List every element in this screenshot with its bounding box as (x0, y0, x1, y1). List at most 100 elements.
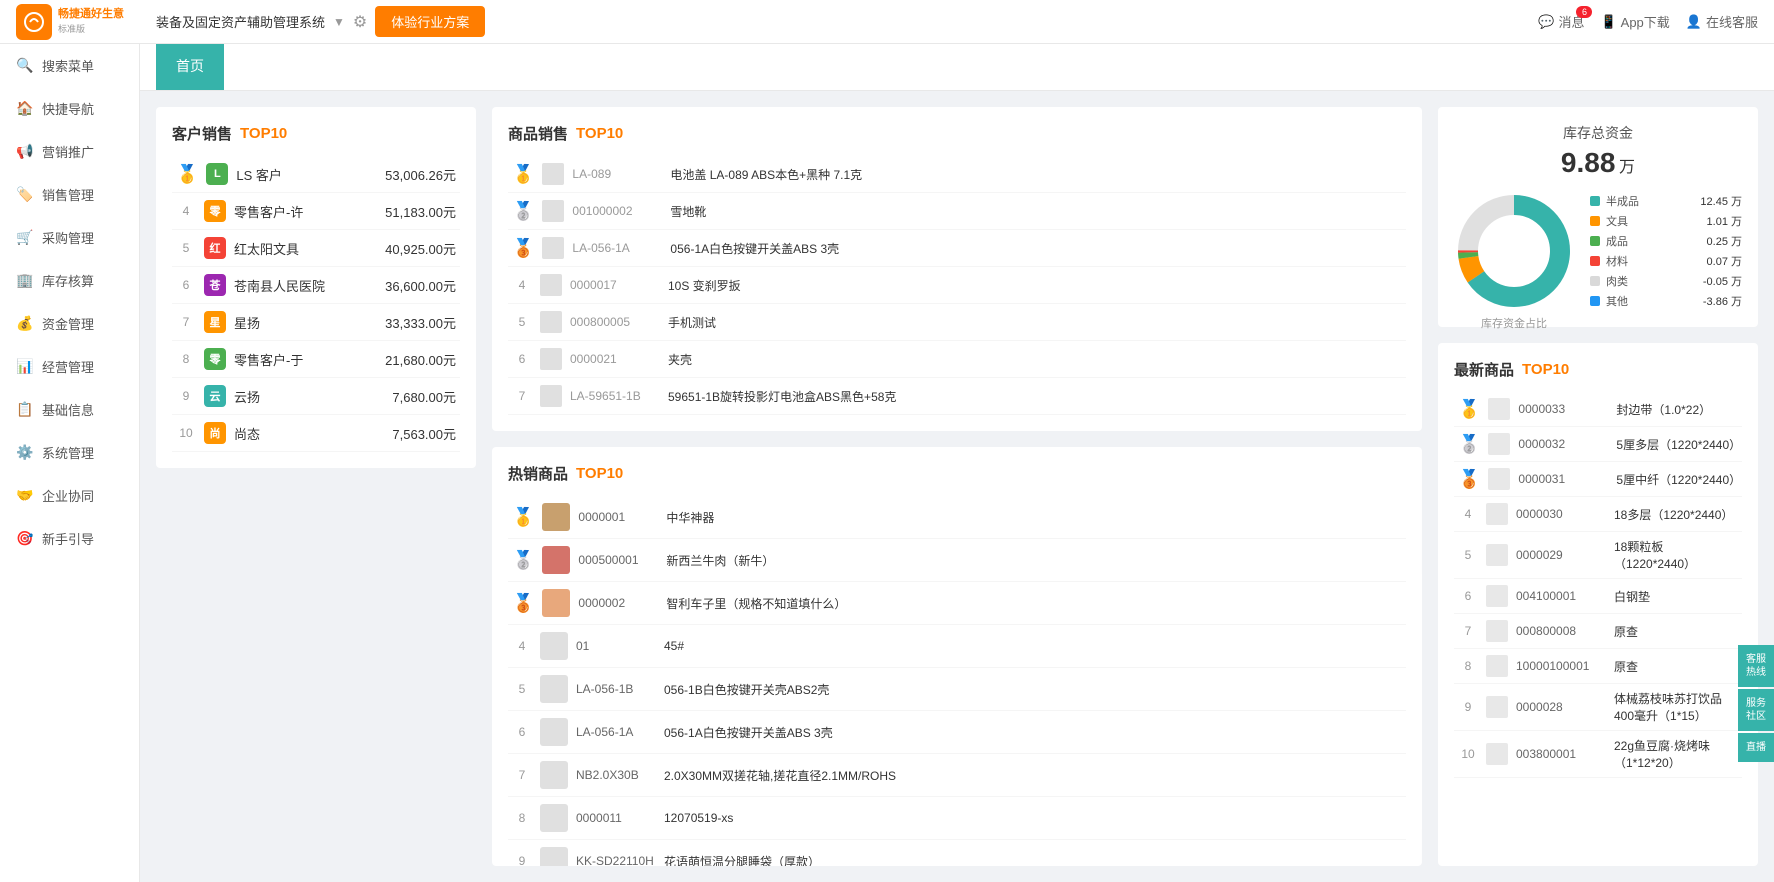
legend-name: 肉类 (1606, 273, 1697, 289)
sidebar-item-purchase[interactable]: 🛒 采购管理 (0, 216, 139, 259)
product-thumbnail (540, 761, 568, 789)
rank-num: 4 (1458, 507, 1478, 521)
product-image (1488, 433, 1510, 455)
sidebar-item-collab[interactable]: 🤝 企业协同 (0, 474, 139, 517)
product-code: 000500001 (578, 553, 658, 567)
table-row: 8 10000100001 原查 (1454, 649, 1742, 684)
legend-item: 成品 0.25 万 (1590, 233, 1742, 249)
medal-icon: 🥉 (512, 238, 534, 259)
customer-badge: 零 (204, 348, 226, 370)
app-download-button[interactable]: 📱 App下载 (1600, 12, 1669, 31)
table-row: 🥈 000500001 新西兰牛肉（新牛） (508, 539, 1406, 582)
product-sales-title: 商品销售 TOP10 (508, 123, 1406, 144)
table-row: 4 0000030 18多层（1220*2440） (1454, 497, 1742, 532)
product-thumbnail (542, 503, 570, 531)
medal-icon: 🥈 (1458, 434, 1480, 455)
legend-name: 其他 (1606, 293, 1697, 309)
product-name: 18颗粒板（1220*2440） (1614, 538, 1738, 572)
product-name: 电池盖 LA-089 ABS本色+黑种 7.1克 (670, 166, 862, 183)
sidebar-label-system: 系统管理 (42, 443, 94, 462)
rank-num: 7 (176, 315, 196, 329)
customer-amount: 53,006.26元 (385, 165, 456, 184)
sidebar-item-marketing[interactable]: 📢 营销推广 (0, 130, 139, 173)
sidebar-item-sales[interactable]: 🏷️ 销售管理 (0, 173, 139, 216)
trial-button[interactable]: 体验行业方案 (375, 6, 485, 37)
hot-products-list: 🥇 0000001 中华神器 🥈 000500001 新西兰牛肉（新牛） (508, 496, 1406, 866)
sidebar-label-sales: 销售管理 (42, 185, 94, 204)
medal-icon: 🥉 (512, 593, 534, 614)
app-label: App下载 (1621, 12, 1670, 31)
product-name: 花语萌恒温分腿睡袋（厚款） (664, 853, 1402, 867)
service-icon: 👤 (1686, 14, 1702, 30)
customer-name: 尚态 (234, 424, 384, 443)
product-name: 12070519-xs (664, 811, 1402, 825)
legend-item: 文具 1.01 万 (1590, 213, 1742, 229)
tab-home[interactable]: 首页 (156, 44, 224, 90)
collab-icon: 🤝 (16, 487, 34, 505)
sidebar-label-quicknav: 快捷导航 (42, 99, 94, 118)
product-code: 0000001 (578, 510, 658, 524)
sidebar-item-basic[interactable]: 📋 基础信息 (0, 388, 139, 431)
product-image (540, 274, 562, 296)
rank-num: 7 (1458, 624, 1478, 638)
rank-num: 8 (1458, 659, 1478, 673)
sidebar-item-operation[interactable]: 📊 经营管理 (0, 345, 139, 388)
customer-amount: 33,333.00元 (385, 313, 456, 332)
hot-products-title: 热销商品 TOP10 (508, 463, 1406, 484)
product-code: 000800008 (1516, 624, 1606, 638)
sidebar-item-quicknav[interactable]: 🏠 快捷导航 (0, 87, 139, 130)
product-sales-top10-panel: 商品销售 TOP10 🥇 LA-089 电池盖 LA-089 ABS本色+黑种 … (492, 107, 1422, 431)
sidebar-item-system[interactable]: ⚙️ 系统管理 (0, 431, 139, 474)
logo-icon (16, 4, 52, 40)
settings-button[interactable]: ⚙ (353, 12, 367, 32)
sidebar-item-guide[interactable]: 🎯 新手引导 (0, 517, 139, 560)
customer-rank-table: 🥇 L LS 客户 53,006.26元 4 零 零售客户-许 51,183.0… (172, 156, 460, 452)
sidebar-label-marketing: 营销推广 (42, 142, 94, 161)
product-image (1486, 544, 1508, 566)
legend-color-meat (1590, 276, 1600, 286)
sidebar-item-search[interactable]: 🔍 搜索菜单 (0, 44, 139, 87)
service-community-button[interactable]: 服务社区 (1738, 689, 1774, 731)
product-code: 0000029 (1516, 548, 1606, 562)
sidebar-item-finance[interactable]: 💰 资金管理 (0, 302, 139, 345)
product-code: 01 (576, 639, 656, 653)
product-code: 0000028 (1516, 700, 1606, 714)
table-row: 5 0000029 18颗粒板（1220*2440） (1454, 532, 1742, 579)
table-row: 🥉 0000002 智利车子里（规格不知道填什么） (508, 582, 1406, 625)
table-row: 10 003800001 22g鱼豆腐·烧烤味（1*12*20） (1454, 731, 1742, 778)
product-code: 10000100001 (1516, 659, 1606, 673)
customer-badge: 星 (204, 311, 226, 333)
rank-num: 6 (176, 278, 196, 292)
rank-num: 9 (1458, 700, 1478, 714)
app-icon: 📱 (1600, 14, 1616, 30)
table-row: 8 零 零售客户-于 21,680.00元 (172, 341, 460, 378)
legend-name: 材料 (1606, 253, 1701, 269)
live-button[interactable]: 直播 (1738, 733, 1774, 762)
customer-amount: 21,680.00元 (385, 350, 456, 369)
stock-panel: 库存总资金 9.88 万 (1438, 107, 1758, 327)
online-service-button[interactable]: 👤 在线客服 (1686, 12, 1758, 31)
message-button[interactable]: 💬 消息 6 (1538, 12, 1584, 31)
product-sales-list: 🥇 LA-089 电池盖 LA-089 ABS本色+黑种 7.1克 🥈 0010… (508, 156, 1406, 415)
table-row: 5 红 红太阳文具 40,925.00元 (172, 230, 460, 267)
legend-value: 12.45 万 (1700, 193, 1742, 209)
sidebar-label-guide: 新手引导 (42, 529, 94, 548)
product-code: LA-59651-1B (570, 389, 660, 403)
basic-icon: 📋 (16, 401, 34, 419)
medal-icon: 🥉 (1458, 469, 1480, 490)
sidebar-item-inventory[interactable]: 🏢 库存核算 (0, 259, 139, 302)
table-row: 🥉 0000031 5厘中纤（1220*2440） (1454, 462, 1742, 497)
customer-name: 红太阳文具 (234, 239, 377, 258)
stock-donut-chart: 库存资金占比 (1454, 191, 1574, 311)
sidebar-label-search: 搜索菜单 (42, 56, 94, 75)
new-products-panel: 最新商品 TOP10 🥇 0000033 封边带（1.0*22） 🥈 (1438, 343, 1758, 866)
legend-value: 0.25 万 (1707, 233, 1742, 249)
product-name: 夹壳 (668, 351, 692, 368)
customer-service-hotline-button[interactable]: 客服热线 (1738, 645, 1774, 687)
stock-total-value: 9.88 (1561, 147, 1616, 178)
table-row: 9 0000028 体械荔枝味苏打饮品400毫升（1*15） (1454, 684, 1742, 731)
system-dropdown-button[interactable]: ▼ (333, 15, 345, 29)
product-thumbnail (540, 718, 568, 746)
product-code: 0000031 (1518, 472, 1608, 486)
product-image (1488, 398, 1510, 420)
